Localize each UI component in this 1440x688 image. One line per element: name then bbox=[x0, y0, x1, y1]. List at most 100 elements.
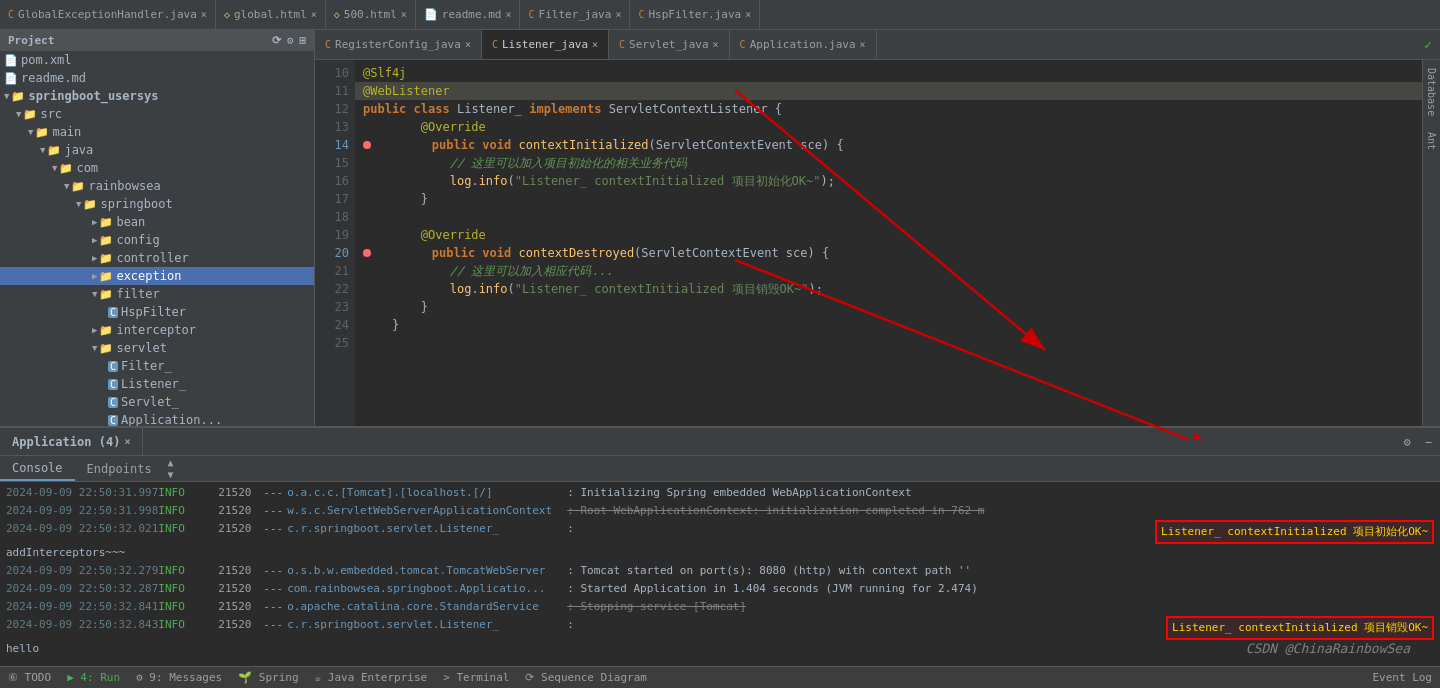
folder-open-icon: 📁 bbox=[11, 90, 25, 103]
tree-item-config[interactable]: ▶ 📁 config bbox=[0, 231, 314, 249]
tree-item-pom[interactable]: 📄 pom.xml bbox=[0, 51, 314, 69]
close-tab-icon[interactable]: × bbox=[505, 9, 511, 20]
status-messages[interactable]: ⚙ 9: Messages bbox=[136, 671, 222, 684]
log-highlight-box-1: Listener_ contextInitialized 项目初始化OK~ bbox=[1155, 520, 1434, 544]
code-line-25 bbox=[355, 334, 1422, 352]
tab-readme[interactable]: 📄 readme.md × bbox=[416, 0, 521, 29]
expand-arrow-icon: ▼ bbox=[64, 181, 69, 191]
close-tab-icon[interactable]: × bbox=[311, 9, 317, 20]
tree-item-controller[interactable]: ▶ 📁 controller bbox=[0, 249, 314, 267]
log-line-4: addInterceptors~~~ bbox=[0, 544, 1440, 562]
database-tab[interactable]: Database bbox=[1424, 60, 1439, 124]
scroll-down-btn[interactable]: ▼ bbox=[168, 469, 174, 480]
tree-item-main[interactable]: ▼ 📁 main bbox=[0, 123, 314, 141]
tree-item-root-project[interactable]: ▼ 📁 springboot_usersys bbox=[0, 87, 314, 105]
sync-icon[interactable]: ⟳ bbox=[272, 34, 281, 47]
expand-arrow-icon: ▼ bbox=[92, 289, 97, 299]
tree-item-filter[interactable]: ▼ 📁 filter bbox=[0, 285, 314, 303]
editor-tabs[interactable]: C RegisterConfig_java × C Listener_java … bbox=[315, 30, 1440, 60]
tree-item-com[interactable]: ▼ 📁 com bbox=[0, 159, 314, 177]
status-java-enterprise[interactable]: ☕ Java Enterprise bbox=[315, 671, 428, 684]
tab-global-html[interactable]: ◇ global.html × bbox=[216, 0, 326, 29]
status-todo[interactable]: ⑥ TODO bbox=[8, 671, 51, 684]
collapse-arrow-icon: ▶ bbox=[92, 253, 97, 263]
close-tab-btn[interactable]: × bbox=[592, 39, 598, 50]
code-line-15: // 这里可以加入项目初始化的相关业务代码 bbox=[355, 154, 1422, 172]
code-line-16: log . info ( "Listener_ contextInitializ… bbox=[355, 172, 1422, 190]
html-icon: ◇ bbox=[224, 9, 230, 20]
code-line-10: @Slf4j bbox=[355, 64, 1422, 82]
status-spring[interactable]: 🌱 Spring bbox=[238, 671, 298, 684]
folder-open-icon: 📁 bbox=[59, 162, 73, 175]
expand-icon[interactable]: ⊞ bbox=[299, 34, 306, 47]
watermark: CSDN @ChinaRainbowSea bbox=[1246, 641, 1410, 656]
tab-filter-java[interactable]: C Filter_java × bbox=[520, 0, 630, 29]
ant-tab[interactable]: Ant bbox=[1424, 124, 1439, 158]
tab-servlet[interactable]: C Servlet_java × bbox=[609, 30, 730, 59]
status-run[interactable]: ▶ 4: Run bbox=[67, 671, 120, 684]
status-sequence-diagram[interactable]: ⟳ Sequence Diagram bbox=[525, 671, 647, 684]
tree-item-rainbowsea[interactable]: ▼ 📁 rainbowsea bbox=[0, 177, 314, 195]
tree-item-bean[interactable]: ▶ 📁 bean bbox=[0, 213, 314, 231]
tree-item-filter-class[interactable]: C Filter_ bbox=[0, 357, 314, 375]
bottom-panel-header: Application (4) × ⚙ − bbox=[0, 428, 1440, 456]
tree-root: 📄 pom.xml 📄 readme.md ▼ 📁 springboot_use… bbox=[0, 51, 314, 426]
java-tab-icon: C bbox=[619, 39, 625, 50]
status-bar: ⑥ TODO ▶ 4: Run ⚙ 9: Messages 🌱 Spring ☕… bbox=[0, 666, 1440, 688]
tree-item-interceptor[interactable]: ▶ 📁 interceptor bbox=[0, 321, 314, 339]
code-line-23: } bbox=[355, 298, 1422, 316]
settings-btn[interactable]: ⚙ bbox=[1398, 435, 1417, 449]
tab-registerconfig[interactable]: C RegisterConfig_java × bbox=[315, 30, 482, 59]
close-tab-icon[interactable]: × bbox=[201, 9, 207, 20]
close-tab-btn[interactable]: × bbox=[465, 39, 471, 50]
bottom-panel: Application (4) × ⚙ − Console Endpoints … bbox=[0, 426, 1440, 666]
java-class-icon: C bbox=[108, 397, 118, 408]
close-tab-icon[interactable]: × bbox=[745, 9, 751, 20]
log-line-hello: hello bbox=[0, 640, 1440, 658]
tab-globalexception[interactable]: C GlobalExceptionHandler.java × bbox=[0, 0, 216, 29]
tree-item-servlet-class[interactable]: C Servlet_ bbox=[0, 393, 314, 411]
folder-closed-icon: 📁 bbox=[99, 324, 113, 337]
tree-item-hspfilter[interactable]: C HspFilter bbox=[0, 303, 314, 321]
java-icon: C bbox=[8, 9, 14, 20]
tree-item-springboot[interactable]: ▼ 📁 springboot bbox=[0, 195, 314, 213]
tree-item-java[interactable]: ▼ 📁 java bbox=[0, 141, 314, 159]
java-class-icon: C bbox=[108, 307, 118, 318]
java-tab-icon: C bbox=[740, 39, 746, 50]
tab-console[interactable]: Console bbox=[0, 456, 75, 481]
tree-item-listener-class[interactable]: C Listener_ bbox=[0, 375, 314, 393]
sidebar-header: Project ⟳ ⚙ ⊞ bbox=[0, 30, 314, 51]
top-file-tabs[interactable]: C GlobalExceptionHandler.java × ◇ global… bbox=[0, 0, 1440, 30]
expand-arrow-icon: ▼ bbox=[92, 343, 97, 353]
bottom-tabs: Console Endpoints ▲ ▼ bbox=[0, 456, 1440, 482]
tab-endpoints[interactable]: Endpoints bbox=[75, 456, 164, 481]
scroll-up-btn[interactable]: ▲ bbox=[168, 457, 174, 468]
folder-open-icon: 📁 bbox=[47, 144, 61, 157]
collapse-arrow-icon: ▶ bbox=[92, 217, 97, 227]
code-editor[interactable]: 10 11 12 13 14 15 16 17 18 19 20 21 22 2… bbox=[315, 60, 1440, 426]
tab-500-html[interactable]: ◇ 500.html × bbox=[326, 0, 416, 29]
folder-open-icon: 📁 bbox=[23, 108, 37, 121]
status-terminal[interactable]: > Terminal bbox=[443, 671, 509, 684]
settings-icon[interactable]: ⚙ bbox=[287, 34, 294, 47]
close-tab-icon[interactable]: × bbox=[615, 9, 621, 20]
tree-item-src[interactable]: ▼ 📁 src bbox=[0, 105, 314, 123]
tab-hspfilter[interactable]: C HspFilter.java × bbox=[630, 0, 760, 29]
tab-listener-active[interactable]: C Listener_java × bbox=[482, 30, 609, 59]
log-line-1: 2024-09-09 22:50:31.997 INFO 21520 --- o… bbox=[0, 484, 1440, 502]
tree-item-exception[interactable]: ▶ 📁 exception bbox=[0, 267, 314, 285]
expand-arrow-icon: ▼ bbox=[28, 127, 33, 137]
log-highlight-box-2: Listener_ contextInitialized 项目销毁OK~ bbox=[1166, 616, 1434, 640]
tree-item-application-class[interactable]: C Application... bbox=[0, 411, 314, 426]
tree-item-readme[interactable]: 📄 readme.md bbox=[0, 69, 314, 87]
collapse-arrow-icon: ▶ bbox=[92, 325, 97, 335]
status-event-log[interactable]: Event Log bbox=[1372, 671, 1432, 684]
folder-closed-icon: 📁 bbox=[99, 252, 113, 265]
close-tab-btn[interactable]: × bbox=[860, 39, 866, 50]
close-tab-icon[interactable]: × bbox=[401, 9, 407, 20]
tree-item-servlet[interactable]: ▼ 📁 servlet bbox=[0, 339, 314, 357]
close-tab-btn[interactable]: × bbox=[713, 39, 719, 50]
close-panel-btn[interactable]: − bbox=[1417, 435, 1440, 449]
console-content: 2024-09-09 22:50:31.997 INFO 21520 --- o… bbox=[0, 482, 1440, 666]
tab-application[interactable]: C Application.java × bbox=[730, 30, 877, 59]
